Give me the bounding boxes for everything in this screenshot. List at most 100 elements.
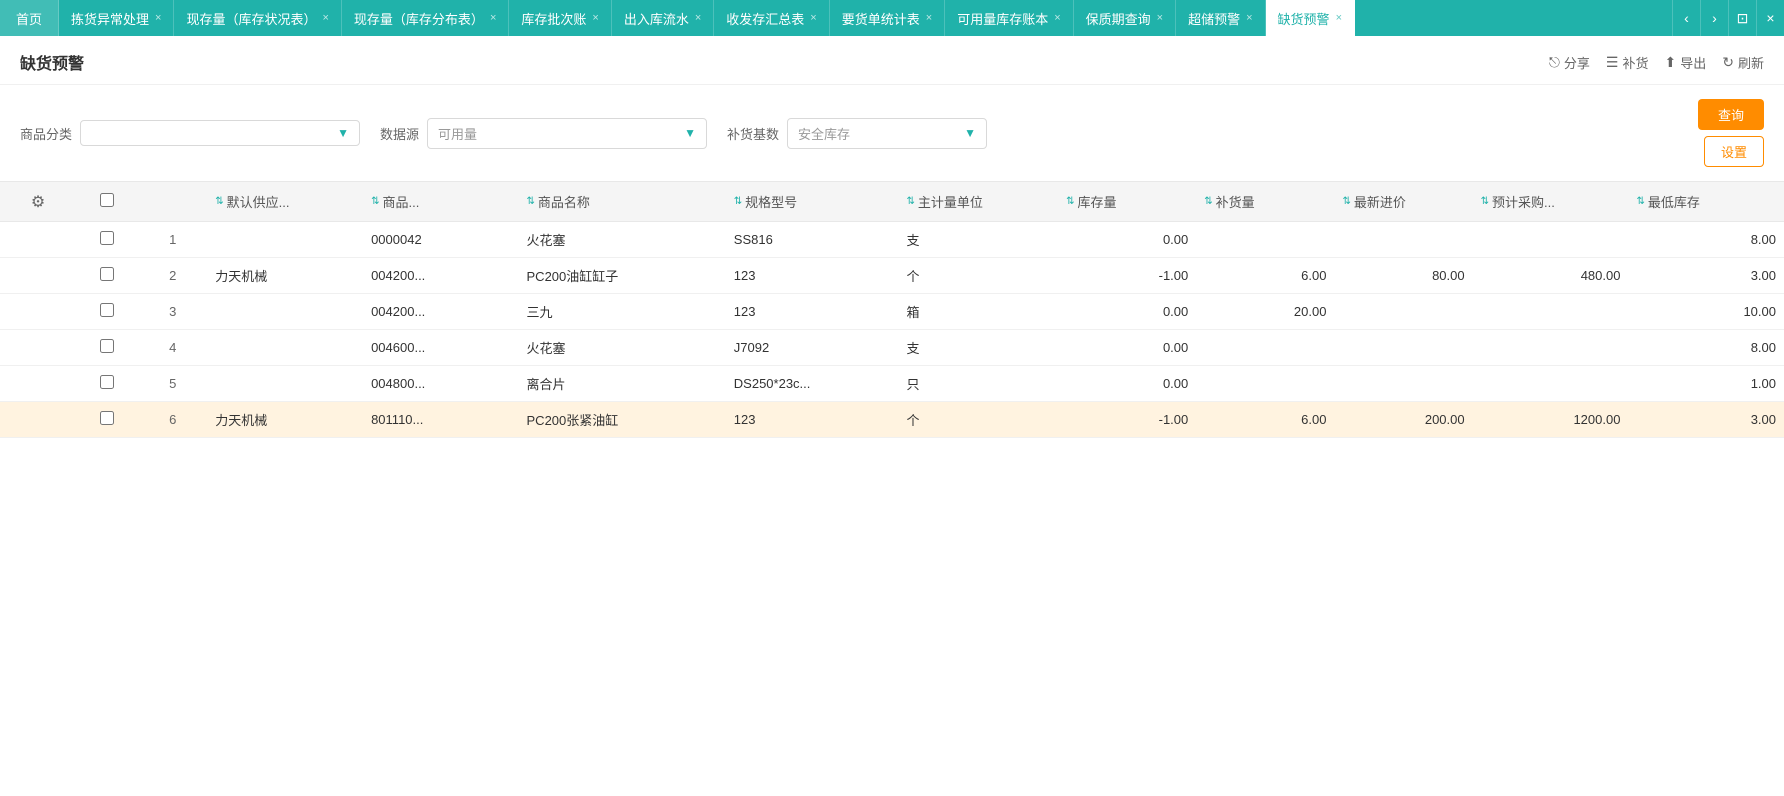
replenish-button[interactable]: ☰ 补货 xyxy=(1606,53,1649,72)
tab-close-inventory-status[interactable]: × xyxy=(322,12,328,24)
tab-close-demand-stats[interactable]: × xyxy=(926,12,932,24)
col-header-spec[interactable]: ⇅ 规格型号 xyxy=(726,182,899,222)
row-gear-cell xyxy=(0,258,76,294)
col-header-supplier[interactable]: ⇅ 默认供应... xyxy=(207,182,363,222)
tab-next-button[interactable]: › xyxy=(1700,0,1728,36)
tab-close-shortage[interactable]: × xyxy=(1336,12,1342,24)
row-unit-cell: 个 xyxy=(899,258,1059,294)
query-button[interactable]: 查询 xyxy=(1698,99,1764,130)
row-check-cell xyxy=(76,330,138,366)
tab-close-inventory-dist[interactable]: × xyxy=(490,12,496,24)
col-header-min-stock[interactable]: ⇅ 最低库存 xyxy=(1628,182,1784,222)
tab-close-exception[interactable]: × xyxy=(155,12,161,24)
category-arrow-icon: ▼ xyxy=(337,126,349,140)
category-select[interactable]: ▼ xyxy=(80,120,360,146)
tab-shortage[interactable]: 缺货预警 × xyxy=(1266,0,1355,36)
tab-exception[interactable]: 拣货异常处理 × xyxy=(59,0,174,36)
sort-est-purchase-icon: ⇅ xyxy=(1481,196,1489,207)
col-header-stock[interactable]: ⇅ 库存量 xyxy=(1058,182,1196,222)
row-checkbox-1[interactable] xyxy=(100,267,114,281)
row-checkbox-3[interactable] xyxy=(100,339,114,353)
col-header-name[interactable]: ⇅ 商品名称 xyxy=(519,182,726,222)
export-button[interactable]: ⬆ 导出 xyxy=(1665,53,1707,72)
row-num-cell: 2 xyxy=(138,258,207,294)
tab-available-ledger[interactable]: 可用量库存账本 × xyxy=(945,0,1073,36)
refresh-button[interactable]: ↻ 刷新 xyxy=(1722,53,1764,72)
row-supplier-cell xyxy=(207,330,363,366)
tab-inout-flow[interactable]: 出入库流水 × xyxy=(612,0,714,36)
select-all-checkbox[interactable] xyxy=(100,193,114,207)
row-spec-cell: 123 xyxy=(726,294,899,330)
row-supplier-cell xyxy=(207,222,363,258)
tab-demand-stats[interactable]: 要货单统计表 × xyxy=(830,0,945,36)
tab-close-inout-flow[interactable]: × xyxy=(695,12,701,24)
tab-overstock[interactable]: 超储预警 × xyxy=(1176,0,1265,36)
row-num-cell: 3 xyxy=(138,294,207,330)
share-button[interactable]: ⎋ 分享 xyxy=(1549,53,1590,72)
row-checkbox-0[interactable] xyxy=(100,231,114,245)
tab-batch-account[interactable]: 库存批次账 × xyxy=(509,0,611,36)
row-min-stock-cell: 8.00 xyxy=(1628,222,1784,258)
tab-close-overstock[interactable]: × xyxy=(1246,12,1252,24)
tab-prev-button[interactable]: ‹ xyxy=(1672,0,1700,36)
table-body: 1 0000042 火花塞 SS816 支 0.00 8.00 2 力天机械 0… xyxy=(0,222,1784,438)
row-gear-cell xyxy=(0,402,76,438)
row-est-purchase-cell xyxy=(1473,330,1629,366)
row-checkbox-5[interactable] xyxy=(100,411,114,425)
row-checkbox-4[interactable] xyxy=(100,375,114,389)
row-name-cell: 火花塞 xyxy=(519,330,726,366)
row-est-purchase-cell xyxy=(1473,222,1629,258)
window-button[interactable]: ⊡ xyxy=(1728,0,1756,36)
col-header-code[interactable]: ⇅ 商品... xyxy=(363,182,518,222)
tab-inventory-dist[interactable]: 现存量（库存分布表） × xyxy=(342,0,509,36)
row-stock-cell: 0.00 xyxy=(1058,330,1196,366)
replenish-base-select[interactable]: 安全库存 ▼ xyxy=(787,118,987,149)
tab-expiry-query[interactable]: 保质期查询 × xyxy=(1074,0,1176,36)
datasource-select[interactable]: 可用量 ▼ xyxy=(427,118,707,149)
row-code-cell: 004600... xyxy=(363,330,518,366)
tab-close-batch-account[interactable]: × xyxy=(592,12,598,24)
tab-nav-buttons: ‹ › ⊡ × xyxy=(1672,0,1784,36)
sort-latest-price-icon: ⇅ xyxy=(1342,196,1350,207)
table-row: 5 004800... 离合片 DS250*23c... 只 0.00 1.00 xyxy=(0,366,1784,402)
row-gear-cell xyxy=(0,330,76,366)
row-stock-cell: 0.00 xyxy=(1058,294,1196,330)
row-supplier-cell: 力天机械 xyxy=(207,402,363,438)
row-code-cell: 004200... xyxy=(363,258,518,294)
row-replenish-cell xyxy=(1196,330,1334,366)
row-name-cell: PC200张紧油缸 xyxy=(519,402,726,438)
replenish-icon: ☰ xyxy=(1606,54,1619,71)
settings-button[interactable]: 设置 xyxy=(1704,136,1764,167)
row-supplier-cell xyxy=(207,366,363,402)
row-stock-cell: 0.00 xyxy=(1058,222,1196,258)
row-est-purchase-cell xyxy=(1473,366,1629,402)
export-icon: ⬆ xyxy=(1665,54,1677,71)
row-checkbox-2[interactable] xyxy=(100,303,114,317)
col-header-replenish[interactable]: ⇅ 补货量 xyxy=(1196,182,1334,222)
col-header-unit[interactable]: ⇅ 主计量单位 xyxy=(899,182,1059,222)
col-header-est-purchase[interactable]: ⇅ 预计采购... xyxy=(1473,182,1629,222)
tab-home[interactable]: 首页 xyxy=(0,0,59,36)
replenish-base-filter-group: 补货基数 安全库存 ▼ xyxy=(727,118,987,149)
page-title: 缺货预警 xyxy=(20,50,84,74)
tab-inventory-status[interactable]: 现存量（库存状况表） × xyxy=(174,0,341,36)
close-all-button[interactable]: × xyxy=(1756,0,1784,36)
row-replenish-cell xyxy=(1196,222,1334,258)
tab-close-receipt-summary[interactable]: × xyxy=(810,12,816,24)
sort-min-stock-icon: ⇅ xyxy=(1636,196,1644,207)
sort-code-icon: ⇅ xyxy=(371,196,379,207)
col-header-latest-price[interactable]: ⇅ 最新进价 xyxy=(1334,182,1472,222)
row-name-cell: 离合片 xyxy=(519,366,726,402)
tab-close-available-ledger[interactable]: × xyxy=(1054,12,1060,24)
filter-action-buttons: 查询 设置 xyxy=(1698,99,1764,167)
row-num-cell: 1 xyxy=(138,222,207,258)
tab-receipt-summary[interactable]: 收发存汇总表 × xyxy=(714,0,829,36)
row-check-cell xyxy=(76,402,138,438)
gear-settings-icon[interactable]: ⚙ xyxy=(31,192,45,212)
sort-unit-icon: ⇅ xyxy=(907,196,915,207)
tab-close-expiry-query[interactable]: × xyxy=(1157,12,1163,24)
table-container: ⚙ ⇅ 默认供应... ⇅ 商 xyxy=(0,181,1784,438)
row-stock-cell: 0.00 xyxy=(1058,366,1196,402)
row-gear-cell xyxy=(0,366,76,402)
col-header-check xyxy=(76,182,138,222)
